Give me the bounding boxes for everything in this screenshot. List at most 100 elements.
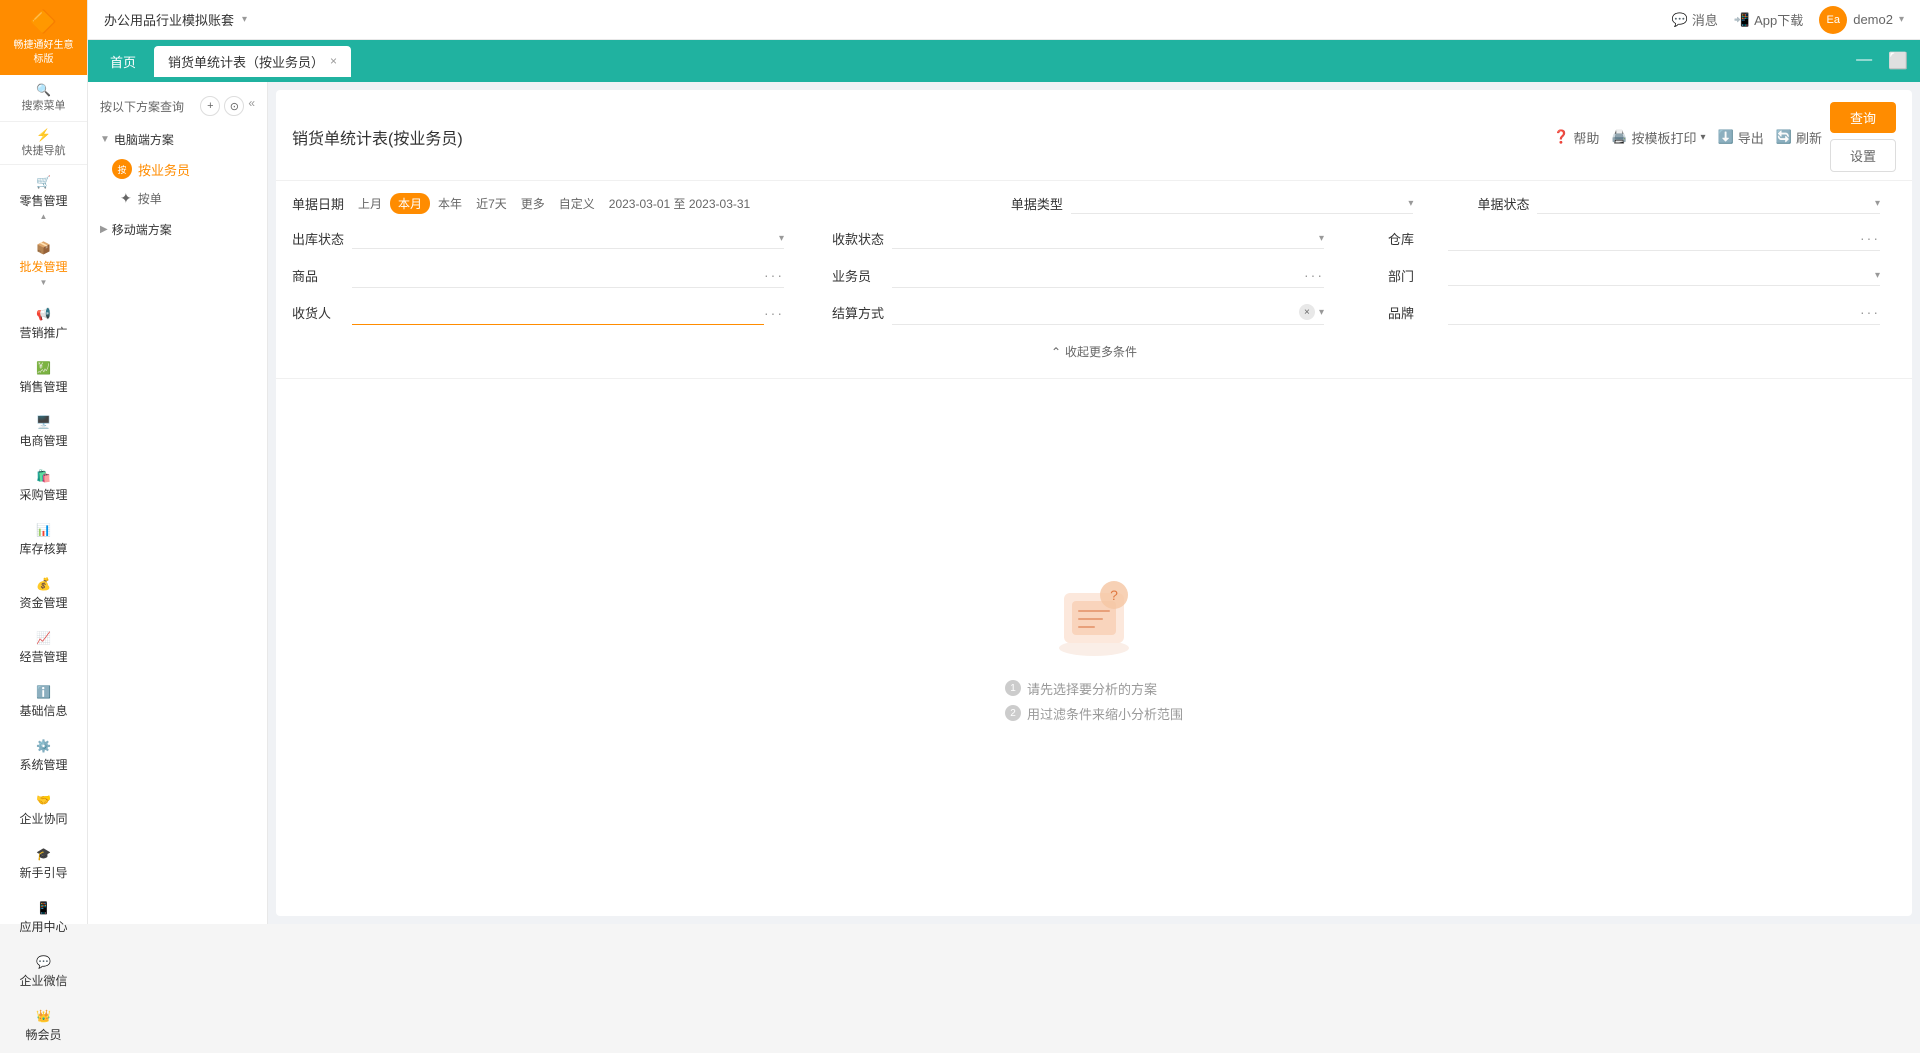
help-btn[interactable]: ❓ 帮助	[1553, 128, 1599, 147]
app-title-dropdown[interactable]: ▾	[242, 14, 247, 25]
out-status-select[interactable]: ▾	[352, 229, 784, 249]
message-btn[interactable]: 💬 消息	[1672, 10, 1718, 29]
sidebar-item-sales[interactable]: 💹 销售管理	[0, 351, 87, 405]
appstore-icon: 📱	[36, 901, 51, 915]
date-filter-area: 上月 本月 本年 近7天 更多 自定义 2023-03-01 至 2023-03…	[352, 193, 963, 214]
user-profile[interactable]: Ea demo2 ▾	[1819, 6, 1904, 34]
svg-text:?: ?	[1110, 587, 1118, 603]
print-btn[interactable]: 🖨️ 按模板打印 ▾	[1611, 128, 1705, 147]
settings-button[interactable]: 设置	[1830, 139, 1896, 172]
header-right: 💬 消息 📲 App下载 Ea demo2 ▾	[1672, 6, 1904, 34]
home-tab-label: 首页	[110, 52, 136, 71]
print-icon: 🖨️	[1611, 129, 1627, 145]
app-download-btn[interactable]: 📲 App下载	[1734, 10, 1803, 29]
sidebar-item-finance[interactable]: 💰 资金管理	[0, 567, 87, 621]
edit-scheme-btn[interactable]: ⊙	[224, 96, 244, 116]
sidebar-search[interactable]: 🔍 搜索菜单	[0, 75, 87, 122]
app-logo[interactable]: 🔶 畅捷通好生意 标版	[0, 0, 87, 75]
settlement-select[interactable]: × ▾	[892, 300, 1324, 325]
tab-minimize-btn[interactable]: —	[1852, 47, 1876, 75]
export-btn[interactable]: ⬇️ 导出	[1718, 128, 1764, 147]
scheme-item-order[interactable]: ✦ 按单	[88, 185, 267, 212]
payment-status-select[interactable]: ▾	[892, 229, 1324, 249]
dept-label: 部门	[1388, 266, 1440, 285]
sidebar-item-retail[interactable]: 🛒 零售管理	[0, 165, 87, 231]
add-scheme-btn[interactable]: +	[200, 96, 220, 116]
sidebar-item-operation[interactable]: 📈 经营管理	[0, 621, 87, 675]
filter-date: 单据日期 上月 本月 本年 近7天 更多 自定义 2023-03-01 至 20…	[292, 193, 963, 214]
date-tab-thismonth[interactable]: 本月	[390, 193, 430, 214]
scheme-item-salesperson[interactable]: 按 按业务员	[88, 153, 267, 185]
sidebar-item-ecommerce[interactable]: 🖥️ 电商管理	[0, 405, 87, 459]
page-header: 销货单统计表(按业务员) ❓ 帮助 🖨️ 按模板打印 ▾ ⬇	[276, 90, 1912, 181]
refresh-icon: 🔄	[1776, 129, 1792, 145]
tab-maximize-btn[interactable]: ⬜	[1884, 47, 1912, 75]
date-label: 单据日期	[292, 194, 344, 213]
date-tab-thisyear[interactable]: 本年	[432, 193, 468, 214]
date-tab-custom[interactable]: 自定义	[553, 193, 601, 214]
logo-text: 畅捷通好生意 标版	[4, 39, 83, 67]
basic-icon: ℹ️	[36, 685, 51, 699]
salesperson-dots: ···	[1304, 267, 1324, 283]
left-panel-header: 按以下方案查询 + ⊙ «	[88, 90, 267, 122]
add-icon: +	[207, 100, 213, 112]
tab-home[interactable]: 首页	[96, 46, 150, 77]
corp-icon: 🤝	[36, 793, 51, 807]
top-header: 办公用品行业模拟账套 ▾ 💬 消息 📲 App下载 Ea demo2 ▾	[88, 0, 1920, 40]
logo-icon: 🔶	[4, 8, 83, 37]
brand-select[interactable]: ···	[1448, 300, 1880, 325]
sidebar-item-appstore[interactable]: 📱 应用中心	[0, 891, 87, 945]
dept-arrow: ▾	[1875, 270, 1880, 281]
doc-type-select[interactable]: ▾	[1071, 194, 1414, 214]
sidebar-item-basic[interactable]: ℹ️ 基础信息	[0, 675, 87, 729]
sidebar-item-corp[interactable]: 🤝 企业协同	[0, 783, 87, 837]
date-tab-more[interactable]: 更多	[515, 193, 551, 214]
payment-status-label: 收款状态	[832, 229, 884, 248]
sidebar-item-system[interactable]: ⚙️ 系统管理	[0, 729, 87, 783]
sidebar-item-newbie[interactable]: 🎓 新手引导	[0, 837, 87, 891]
search-icon: 🔍	[4, 83, 83, 97]
out-status-label: 出库状态	[292, 229, 344, 248]
settlement-clear-btn[interactable]: ×	[1299, 304, 1315, 320]
sidebar-quicknav[interactable]: ⚡ 快捷导航	[0, 122, 87, 165]
tab-sales-stats[interactable]: 销货单统计表（按业务员） ×	[154, 46, 351, 77]
desktop-group-text: 电脑端方案	[114, 131, 174, 148]
doc-status-arrow: ▾	[1875, 198, 1880, 209]
desktop-scheme-group: ▼ 电脑端方案 按 按业务员 ✦ 按单	[88, 126, 267, 212]
left-panel-actions: + ⊙ «	[200, 96, 255, 116]
date-tab-last7[interactable]: 近7天	[470, 193, 513, 214]
sidebar-item-corpwx[interactable]: 💬 企业微信	[0, 945, 87, 999]
date-tabs: 上月 本月 本年 近7天 更多 自定义	[352, 193, 601, 214]
filter-payment-status: 收款状态 ▾	[816, 229, 1340, 249]
sidebar-item-marketing[interactable]: 📢 营销推广	[0, 297, 87, 351]
sidebar-item-member[interactable]: 👑 畅会员	[0, 999, 87, 1053]
mobile-group-label[interactable]: ▶ 移动端方案	[88, 216, 267, 243]
purchase-icon: 🛍️	[36, 469, 51, 483]
header-left: 办公用品行业模拟账套 ▾	[104, 10, 247, 29]
desktop-group-label[interactable]: ▼ 电脑端方案	[88, 126, 267, 153]
filter-goods: 商品 ···	[292, 263, 784, 288]
doc-status-select[interactable]: ▾	[1537, 194, 1880, 214]
user-dropdown-icon: ▾	[1899, 14, 1904, 25]
sidebar-item-inventory[interactable]: 📊 库存核算	[0, 513, 87, 567]
filter-receiver: 收货人 ···	[292, 301, 784, 325]
left-panel: 按以下方案查询 + ⊙ « ▼ 电脑端方案	[88, 82, 268, 924]
collapse-btn[interactable]: ⌃ 收起更多条件	[1051, 343, 1137, 360]
warehouse-label: 仓库	[1388, 229, 1440, 248]
salesperson-select[interactable]: ···	[892, 263, 1324, 288]
goods-select[interactable]: ···	[352, 263, 784, 288]
main-area: 办公用品行业模拟账套 ▾ 💬 消息 📲 App下载 Ea demo2 ▾ 首	[88, 0, 1920, 924]
receiver-label: 收货人	[292, 303, 344, 322]
sidebar-item-wholesale[interactable]: 📦 批发管理	[0, 231, 87, 297]
warehouse-select[interactable]: ···	[1448, 226, 1880, 251]
tab-close-icon[interactable]: ×	[330, 54, 337, 68]
date-tab-lastmonth[interactable]: 上月	[352, 193, 388, 214]
sidebar: 🔶 畅捷通好生意 标版 🔍 搜索菜单 ⚡ 快捷导航 🛒 零售管理 📦 批发管理 …	[0, 0, 88, 924]
collapse-panel-btn[interactable]: «	[248, 96, 255, 116]
receiver-input[interactable]	[352, 301, 764, 325]
sidebar-item-purchase[interactable]: 🛍️ 采购管理	[0, 459, 87, 513]
dept-select[interactable]: ▾	[1448, 266, 1880, 286]
query-button[interactable]: 查询	[1830, 102, 1896, 133]
edit-icon: ⊙	[230, 100, 239, 113]
refresh-btn[interactable]: 🔄 刷新	[1776, 128, 1822, 147]
